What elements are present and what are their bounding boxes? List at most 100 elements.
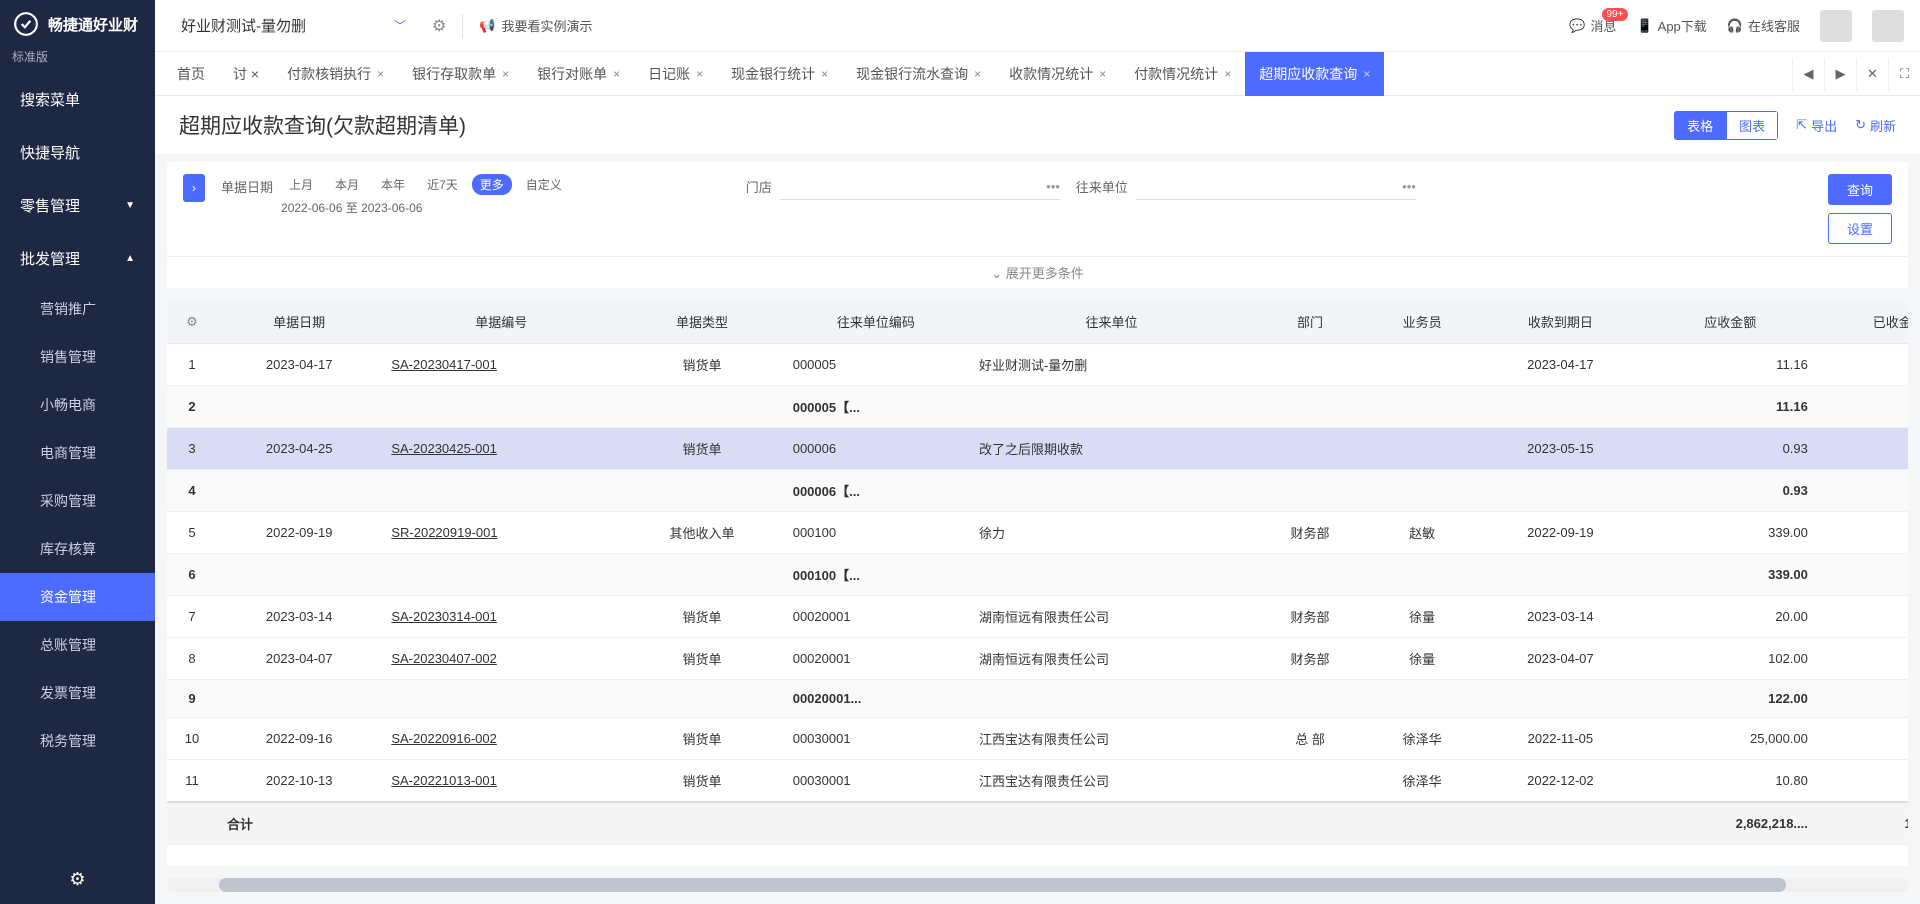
sidebar-item[interactable]: 搜索菜单 [0, 73, 155, 126]
message-icon: 💬 [1569, 18, 1585, 34]
table-header: 应收金额 [1643, 300, 1818, 344]
table-row[interactable]: 1 2023-04-17 SA-20230417-001 销货单 000005 … [167, 344, 1908, 386]
scrollbar-thumb[interactable] [219, 878, 1786, 892]
close-icon[interactable]: × [502, 67, 509, 81]
sidebar-sub-item[interactable]: 营销推广 [0, 285, 155, 333]
date-chip[interactable]: 本年 [373, 174, 413, 195]
expand-filters-button[interactable]: ⌄ 展开更多条件 [167, 256, 1908, 288]
table-header: 往来单位 [969, 300, 1254, 344]
tab-prev-button[interactable]: ◀ [1792, 58, 1824, 90]
sidebar-sub-item[interactable]: 税务管理 [0, 717, 155, 765]
demo-text: 我要看实例演示 [502, 16, 593, 35]
horizontal-scrollbar[interactable] [167, 878, 1908, 892]
tab[interactable]: 首页 [163, 52, 219, 96]
date-chip[interactable]: 本月 [327, 174, 367, 195]
table-row[interactable]: 8 2023-04-07 SA-20230407-002 销货单 0002000… [167, 638, 1908, 680]
table-row[interactable]: 5 2022-09-19 SR-20220919-001 其他收入单 00010… [167, 512, 1908, 554]
view-table-button[interactable]: 表格 [1674, 111, 1726, 140]
table-row[interactable]: 10 2022-09-16 SA-20220916-002 销货单 000300… [167, 718, 1908, 760]
refresh-icon: ↻ [1855, 117, 1866, 133]
table-header: 单据编号 [381, 300, 621, 344]
collapse-filter-button[interactable]: › [183, 174, 205, 202]
sidebar-sub-item[interactable]: 销售管理 [0, 333, 155, 381]
tab[interactable]: 银行存取款单× [398, 52, 523, 96]
store-input[interactable]: ••• [780, 174, 1060, 200]
org-selector[interactable]: 好业财测试-量勿删 ﹀ [171, 9, 416, 42]
tab-next-button[interactable]: ▶ [1824, 58, 1856, 90]
message-badge: 99+ [1602, 8, 1629, 21]
date-chip[interactable]: 近7天 [419, 174, 466, 195]
export-button[interactable]: ⇱ 导出 [1796, 116, 1837, 135]
close-icon[interactable]: × [821, 67, 828, 81]
doc-link[interactable]: SA-20230314-001 [391, 609, 497, 624]
service-button[interactable]: 🎧 在线客服 [1727, 16, 1800, 35]
sidebar-sub-item[interactable]: 资金管理 [0, 573, 155, 621]
app-download-button[interactable]: 📱 App下载 [1636, 16, 1706, 35]
sidebar-sub-item[interactable]: 发票管理 [0, 669, 155, 717]
page-header: 超期应收款查询(欠款超期清单) 表格 图表 ⇱ 导出 ↻ 刷新 [155, 96, 1920, 154]
doc-link[interactable]: SA-20230407-002 [391, 651, 497, 666]
topbar: 好业财测试-量勿删 ﹀ ⚙ 📢 我要看实例演示 💬 消息 99+ 📱 App下载 [155, 0, 1920, 52]
doc-link[interactable]: SR-20220919-001 [391, 525, 497, 540]
table-row[interactable]: 4 000006【... 0.93 0.00 [167, 470, 1908, 512]
date-chip[interactable]: 更多 [472, 174, 512, 195]
avatar-secondary[interactable] [1872, 10, 1904, 42]
tab-close-all-button[interactable]: ✕ [1856, 58, 1888, 90]
close-icon[interactable]: × [1224, 67, 1231, 81]
table-row[interactable]: 6 000100【... 339.00 [167, 554, 1908, 596]
table-row[interactable]: 11 2022-10-13 SA-20221013-001 销货单 000300… [167, 760, 1908, 803]
date-chip[interactable]: 自定义 [518, 174, 570, 195]
doc-link[interactable]: SA-20230417-001 [391, 357, 497, 372]
doc-link[interactable]: SA-20220916-002 [391, 731, 497, 746]
demo-link[interactable]: 📢 我要看实例演示 [479, 16, 592, 35]
tab[interactable]: 讨 × [219, 52, 273, 96]
table-settings-header[interactable]: ⚙ [167, 300, 217, 344]
query-button[interactable]: 查询 [1828, 174, 1892, 205]
avatar[interactable] [1820, 10, 1852, 42]
doc-link[interactable]: SA-20230425-001 [391, 441, 497, 456]
partner-input[interactable]: ••• [1136, 174, 1416, 200]
tab[interactable]: 超期应收款查询× [1245, 52, 1384, 96]
table-row[interactable]: 2 000005【... 11.16 0.00 [167, 386, 1908, 428]
filter-bar: › 单据日期 上月本月本年近7天更多自定义 2022-06-06 至 2023-… [167, 162, 1908, 256]
view-chart-button[interactable]: 图表 [1726, 111, 1778, 140]
sidebar: 畅捷通好业财 标准版 搜索菜单快捷导航零售管理▼批发管理▲营销推广销售管理小畅电… [0, 0, 155, 904]
sidebar-sub-item[interactable]: 采购管理 [0, 477, 155, 525]
close-icon[interactable]: × [696, 67, 703, 81]
tab[interactable]: 收款情况统计× [995, 52, 1120, 96]
tab[interactable]: 日记账× [634, 52, 717, 96]
table-row[interactable]: 7 2023-03-14 SA-20230314-001 销货单 0002000… [167, 596, 1908, 638]
sidebar-sub-item[interactable]: 小畅电商 [0, 381, 155, 429]
tab[interactable]: 现金银行流水查询× [842, 52, 995, 96]
messages-button[interactable]: 💬 消息 99+ [1569, 16, 1616, 35]
refresh-button[interactable]: ↻ 刷新 [1855, 116, 1896, 135]
brand-name: 畅捷通好业财 [48, 14, 138, 35]
tab[interactable]: 银行对账单× [523, 52, 634, 96]
sidebar-item[interactable]: 快捷导航 [0, 126, 155, 179]
table-row[interactable]: 3 2023-04-25 SA-20230425-001 销货单 000006 … [167, 428, 1908, 470]
sidebar-sub-item[interactable]: 库存核算 [0, 525, 155, 573]
date-filter-label: 单据日期 [221, 174, 273, 196]
tab[interactable]: 付款核销执行× [273, 52, 398, 96]
date-range: 2022-06-06 至 2023-06-06 [281, 199, 570, 216]
tab[interactable]: 付款情况统计× [1120, 52, 1245, 96]
table-header: 部门 [1254, 300, 1366, 344]
fullscreen-icon[interactable]: ⛶ [1888, 58, 1920, 90]
sidebar-item[interactable]: 批发管理▲ [0, 232, 155, 285]
settings-button[interactable]: 设置 [1828, 213, 1892, 244]
date-chip[interactable]: 上月 [281, 174, 321, 195]
doc-link[interactable]: SA-20221013-001 [391, 773, 497, 788]
close-icon[interactable]: × [377, 67, 384, 81]
sidebar-item[interactable]: 零售管理▼ [0, 179, 155, 232]
sidebar-sub-item[interactable]: 总账管理 [0, 621, 155, 669]
close-icon[interactable]: × [1099, 67, 1106, 81]
close-icon[interactable]: × [1363, 67, 1370, 81]
tab[interactable]: 现金银行统计× [717, 52, 842, 96]
close-icon[interactable]: × [613, 67, 620, 81]
tab-bar: 首页讨 ×付款核销执行×银行存取款单×银行对账单×日记账×现金银行统计×现金银行… [155, 52, 1920, 96]
gear-icon[interactable]: ⚙ [432, 16, 446, 36]
sidebar-sub-item[interactable]: 电商管理 [0, 429, 155, 477]
close-icon[interactable]: × [974, 67, 981, 81]
table-row[interactable]: 9 00020001... 122.00 0.00 [167, 680, 1908, 718]
sidebar-settings-icon[interactable]: ⚙ [0, 855, 155, 904]
